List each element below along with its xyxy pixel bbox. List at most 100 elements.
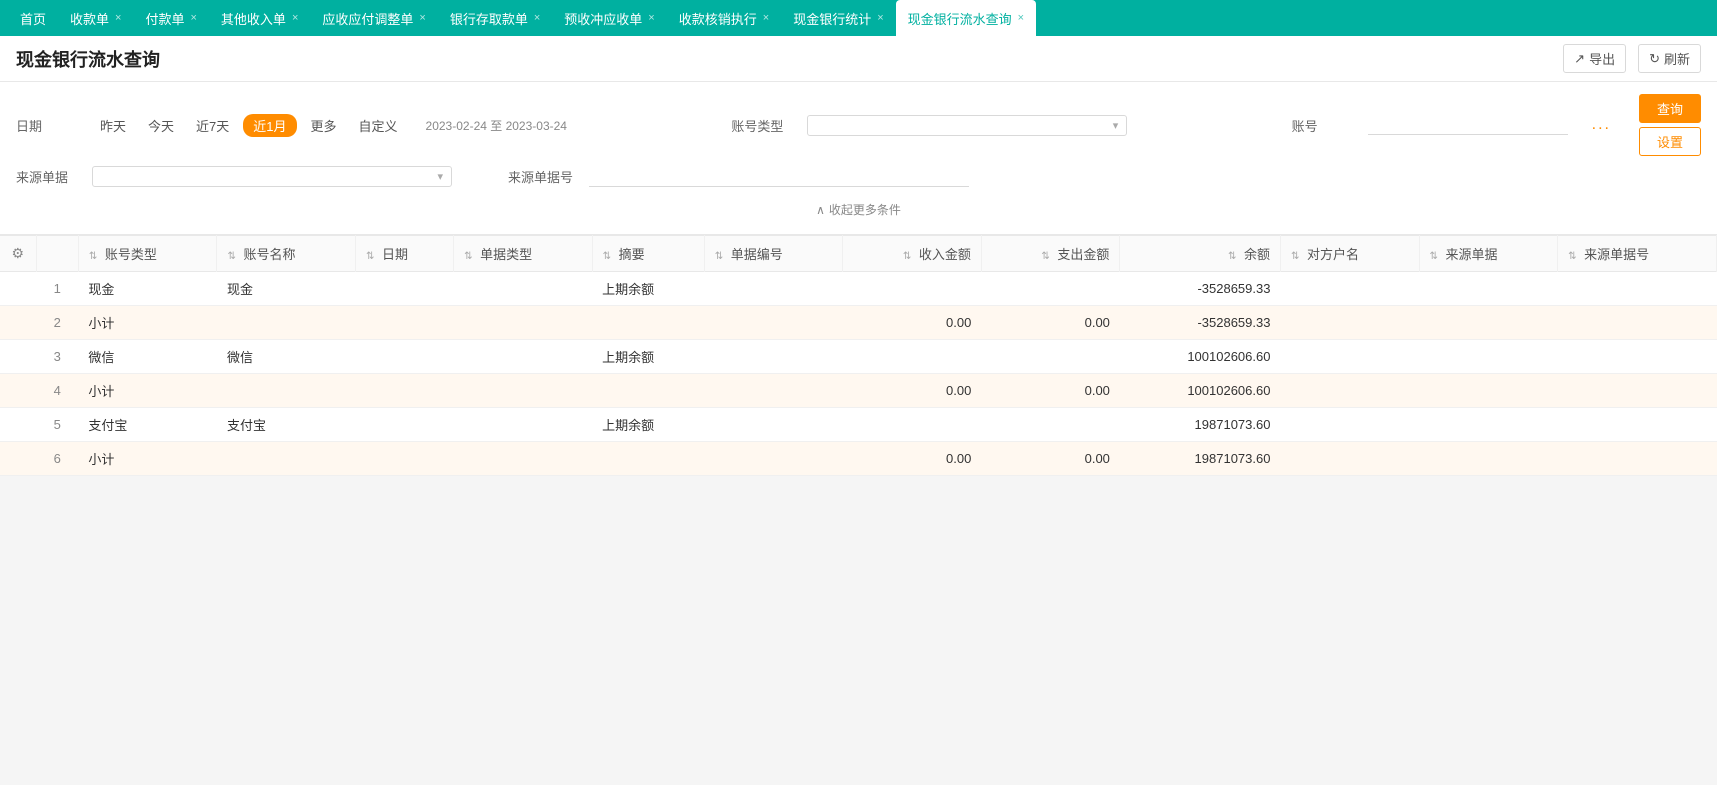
close-icon[interactable]: × (534, 12, 540, 24)
row-source-doc (1419, 442, 1558, 476)
col-header-num (36, 236, 78, 272)
row-num-cell: 3 (36, 340, 78, 374)
col-header-counterpart[interactable]: ⇅ 对方户名 (1280, 236, 1419, 272)
nav-item-payment[interactable]: 付款单 × (133, 0, 208, 36)
date-opt-1month[interactable]: 近1月 (243, 114, 296, 137)
row-doc-num (704, 408, 843, 442)
nav-item-prepay[interactable]: 预收冲应收单 × (552, 0, 666, 36)
query-button[interactable]: 查询 (1639, 94, 1701, 123)
source-doc-num-label: 来源单据号 (508, 167, 573, 186)
row-balance: 100102606.60 (1120, 374, 1281, 408)
close-icon[interactable]: × (648, 12, 654, 24)
col-header-date[interactable]: ⇅ 日期 (356, 236, 454, 272)
close-icon[interactable]: × (190, 12, 196, 24)
source-doc-select[interactable]: ▾ (92, 166, 452, 187)
row-account-type: 微信 (78, 340, 217, 374)
row-income (843, 272, 982, 306)
row-num-cell: 2 (36, 306, 78, 340)
date-options: 昨天 今天 近7天 近1月 更多 自定义 (92, 114, 406, 137)
sort-icon: ⇅ (1291, 251, 1299, 262)
row-source-doc (1419, 272, 1558, 306)
refresh-button[interactable]: ↻ 刷新 (1638, 44, 1701, 73)
date-filter-label: 日期 (16, 116, 76, 135)
filter-area: 日期 昨天 今天 近7天 近1月 更多 自定义 2023-02-24 至 202… (0, 82, 1717, 235)
row-doc-num (704, 340, 843, 374)
sort-icon: ⇅ (1430, 251, 1438, 262)
row-summary: 上期余额 (592, 340, 704, 374)
account-type-select[interactable]: ▾ (807, 115, 1127, 136)
col-header-doc-num[interactable]: ⇅ 单据编号 (704, 236, 843, 272)
row-balance: -3528659.33 (1120, 306, 1281, 340)
nav-item-stats[interactable]: 现金银行统计 × (781, 0, 895, 36)
col-header-balance[interactable]: ⇅ 余额 (1120, 236, 1281, 272)
row-expense (981, 408, 1120, 442)
close-icon[interactable]: × (1018, 12, 1024, 24)
close-icon[interactable]: × (292, 12, 298, 24)
date-opt-yesterday[interactable]: 昨天 (92, 114, 134, 137)
close-icon[interactable]: × (763, 12, 769, 24)
top-navigation: 首页 收款单 × 付款单 × 其他收入单 × 应收应付调整单 × 银行存取款单 … (0, 0, 1717, 36)
row-source-doc-num (1558, 272, 1717, 306)
date-opt-7days[interactable]: 近7天 (188, 114, 237, 137)
col-header-summary[interactable]: ⇅ 摘要 (592, 236, 704, 272)
nav-label-stats: 现金银行统计 (793, 9, 871, 28)
nav-item-bank-deposit[interactable]: 银行存取款单 × (438, 0, 552, 36)
row-balance: -3528659.33 (1120, 272, 1281, 306)
row-doc-type (454, 306, 593, 340)
row-doc-num (704, 272, 843, 306)
nav-item-home[interactable]: 首页 (8, 0, 58, 36)
row-gear-cell (0, 272, 36, 306)
col-header-account-type[interactable]: ⇅ 账号类型 (78, 236, 217, 272)
table-body: 1 现金 现金 上期余额 -3528659.33 2 小计 0.00 0.00 … (0, 272, 1717, 476)
row-summary: 上期余额 (592, 272, 704, 306)
nav-item-adjustment[interactable]: 应收应付调整单 × (310, 0, 437, 36)
row-counterpart (1280, 408, 1419, 442)
export-button[interactable]: ↗ 导出 (1563, 44, 1626, 73)
date-opt-today[interactable]: 今天 (140, 114, 182, 137)
settings-icon[interactable]: ⚙ (11, 245, 24, 261)
row-num-cell: 6 (36, 442, 78, 476)
collapse-filter-button[interactable]: ∧ 收起更多条件 (16, 197, 1701, 222)
account-input-wrapper (1368, 115, 1568, 135)
date-opt-custom[interactable]: 自定义 (351, 114, 406, 137)
row-source-doc-num (1558, 442, 1717, 476)
row-expense: 0.00 (981, 374, 1120, 408)
col-header-income[interactable]: ⇅ 收入金额 (843, 236, 982, 272)
col-header-expense[interactable]: ⇅ 支出金额 (981, 236, 1120, 272)
source-doc-num-input[interactable] (593, 169, 965, 184)
row-num-cell: 5 (36, 408, 78, 442)
row-doc-type (454, 340, 593, 374)
source-doc-label: 来源单据 (16, 167, 76, 186)
col-header-source-doc[interactable]: ⇅ 来源单据 (1419, 236, 1558, 272)
row-expense: 0.00 (981, 306, 1120, 340)
col-header-doc-type[interactable]: ⇅ 单据类型 (454, 236, 593, 272)
collapse-up-icon: ∧ (816, 203, 825, 217)
row-doc-type (454, 374, 593, 408)
nav-item-verify[interactable]: 收款核销执行 × (667, 0, 781, 36)
close-icon[interactable]: × (877, 12, 883, 24)
close-icon[interactable]: × (419, 12, 425, 24)
row-account-type: 小计 (78, 442, 217, 476)
date-opt-more[interactable]: 更多 (303, 114, 345, 137)
nav-label-receipt: 收款单 (70, 9, 109, 28)
row-income: 0.00 (843, 306, 982, 340)
row-balance: 19871073.60 (1120, 408, 1281, 442)
col-header-account-name[interactable]: ⇅ 账号名称 (217, 236, 356, 272)
nav-item-other-income[interactable]: 其他收入单 × (209, 0, 310, 36)
refresh-label: 刷新 (1664, 49, 1690, 68)
sort-icon: ⇅ (227, 251, 235, 262)
close-icon[interactable]: × (115, 12, 121, 24)
sort-icon: ⇅ (1228, 251, 1236, 262)
nav-item-flow-query[interactable]: 现金银行流水查询 × (896, 0, 1036, 36)
row-gear-cell (0, 442, 36, 476)
nav-item-receipt[interactable]: 收款单 × (58, 0, 133, 36)
header-actions: ↗ 导出 ↻ 刷新 (1563, 44, 1701, 73)
col-header-source-doc-num[interactable]: ⇅ 来源单据号 (1558, 236, 1717, 272)
account-input[interactable] (1372, 117, 1564, 132)
account-ellipsis-button[interactable]: ... (1592, 116, 1611, 134)
filter-row-date: 日期 昨天 今天 近7天 近1月 更多 自定义 2023-02-24 至 202… (16, 94, 1701, 156)
row-account-type: 小计 (78, 374, 217, 408)
row-source-doc (1419, 408, 1558, 442)
row-doc-type (454, 272, 593, 306)
settings-button[interactable]: 设置 (1639, 127, 1701, 156)
